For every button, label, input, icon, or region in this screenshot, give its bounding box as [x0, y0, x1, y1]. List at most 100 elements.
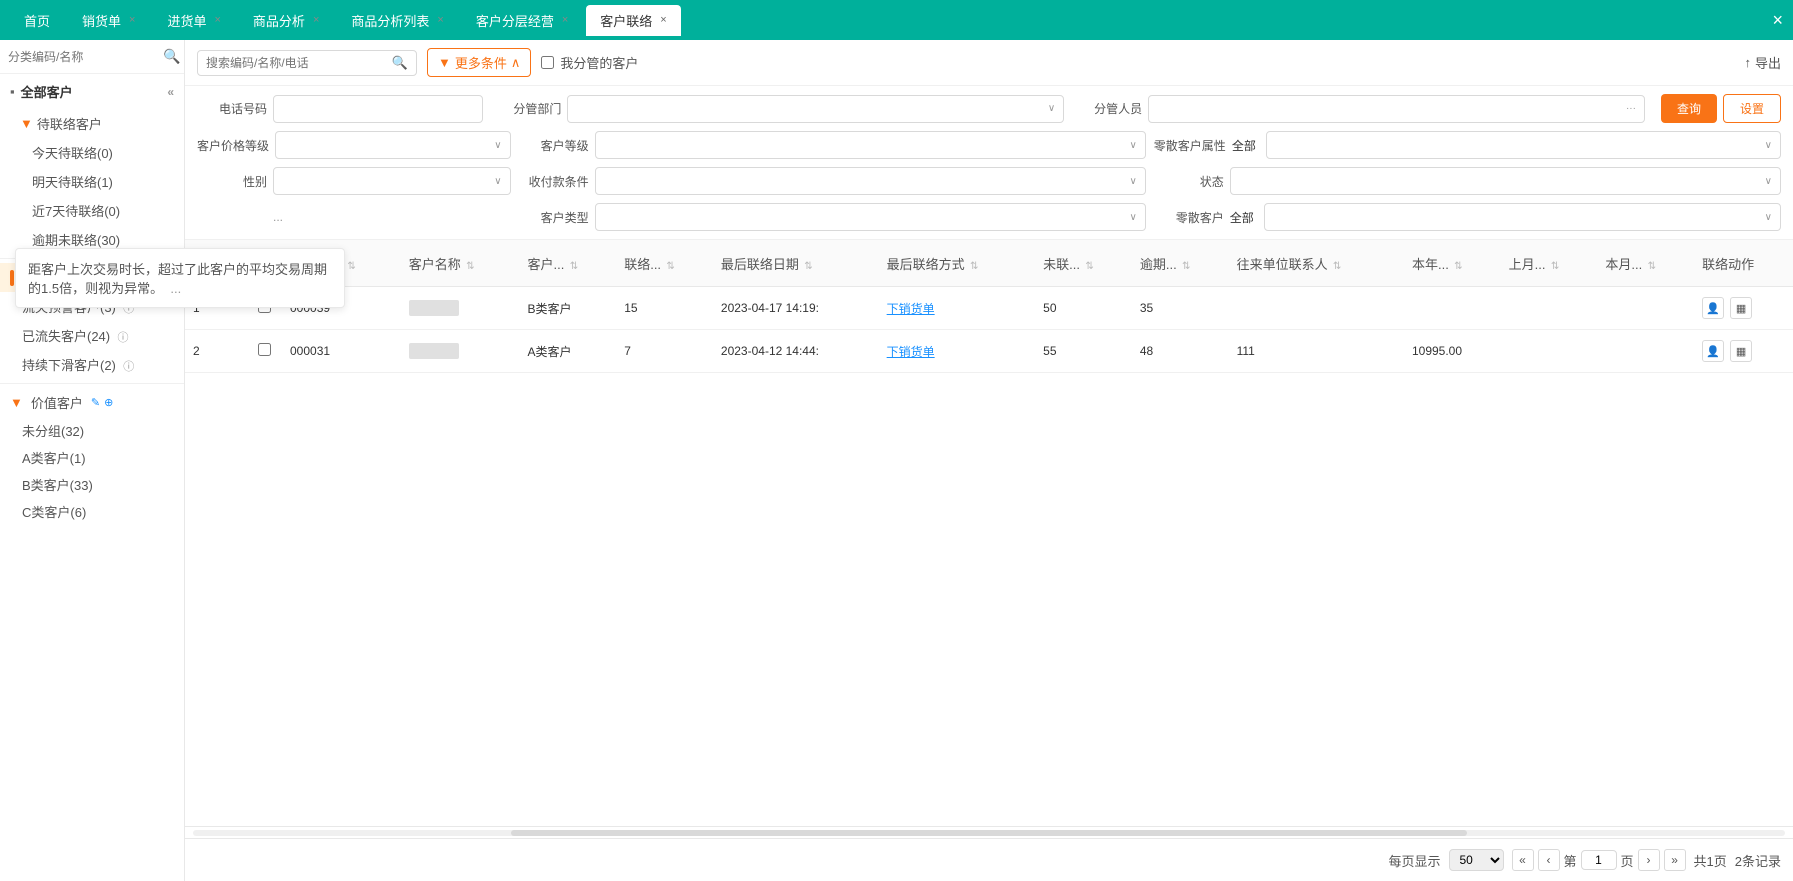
tab-product-analysis[interactable]: 商品分析 × — [239, 5, 333, 36]
filter-payment-terms: 收付款条件 ∨ — [519, 167, 1146, 195]
collapse-button[interactable]: « — [167, 85, 174, 99]
status-label: 状态 — [1154, 173, 1224, 190]
retail-attr-select[interactable]: ∨ — [1266, 131, 1781, 159]
retail-customer-select[interactable]: ∨ — [1264, 203, 1781, 231]
filter-search-box: 🔍 — [197, 50, 417, 76]
close-tab-product-list[interactable]: × — [437, 14, 443, 26]
branch-dept-label: 分管部门 — [491, 100, 561, 117]
query-button[interactable]: 查询 — [1661, 94, 1717, 123]
tab-customer-contact[interactable]: 客户联络 × — [586, 5, 680, 36]
last-page-button[interactable]: » — [1664, 849, 1686, 871]
page-suffix: 页 — [1621, 851, 1634, 870]
value-edit-icon[interactable]: ✎ — [91, 396, 100, 409]
filter-search-icon[interactable]: 🔍 — [392, 55, 408, 71]
sort-icon-contact: ⇅ — [666, 261, 674, 272]
gender-select[interactable]: ∨ — [273, 167, 511, 195]
close-tab-sales[interactable]: × — [129, 14, 135, 26]
conditions-caret: ∧ — [511, 55, 521, 71]
value-group-header[interactable]: ▼ 价值客户 ✎ ⊕ — [0, 388, 184, 417]
col-unpaid[interactable]: 未联... ⇅ — [1035, 240, 1132, 287]
sidebar-item-today[interactable]: 今天待联络(0) — [10, 138, 184, 167]
price-level-select[interactable]: ∨ — [275, 131, 511, 159]
settings-button[interactable]: 设置 — [1723, 94, 1781, 123]
my-customers-checkbox[interactable] — [541, 56, 554, 69]
all-customers-header[interactable]: ▪ 全部客户 « — [0, 74, 184, 109]
row2-last-method[interactable]: 下销货单 — [879, 330, 1036, 373]
tab-product-analysis-list[interactable]: 商品分析列表 × — [337, 5, 457, 36]
row2-customer-code: 000031 — [282, 330, 401, 373]
tab-home[interactable]: 首页 — [10, 5, 64, 36]
more-dots-button[interactable]: ... — [273, 210, 283, 224]
col-overdue[interactable]: 逾期... ⇅ — [1132, 240, 1229, 287]
filter-status: 状态 ∨ — [1154, 167, 1781, 195]
row1-view-icon[interactable]: 👤 — [1702, 297, 1724, 319]
row2-select-checkbox[interactable] — [258, 343, 271, 356]
value-item-b[interactable]: B类客户(33) — [0, 471, 184, 498]
per-page-select[interactable]: 50 100 200 — [1449, 849, 1504, 871]
row2-edit-icon[interactable]: ▦ — [1730, 340, 1752, 362]
sidebar-item-7days[interactable]: 近7天待联络(0) — [10, 196, 184, 225]
sort-icon-date: ⇅ — [804, 261, 812, 272]
filter-buttons: 查询 设置 — [1661, 94, 1781, 123]
branch-dept-select[interactable]: ∨ — [567, 95, 1064, 123]
horizontal-scrollbar[interactable] — [185, 826, 1793, 838]
row2-view-icon[interactable]: 👤 — [1702, 340, 1724, 362]
col-customer-level[interactable]: 客户... ⇅ — [520, 240, 617, 287]
sidebar-item-lost[interactable]: 已流失客户(24) ⓘ — [0, 321, 184, 350]
export-button[interactable]: ↑ 导出 — [1744, 53, 1781, 72]
close-tab-purchase[interactable]: × — [214, 14, 220, 26]
col-last-contact-date[interactable]: 最后联络日期 ⇅ — [713, 240, 879, 287]
row1-last-method[interactable]: 下销货单 — [879, 287, 1036, 330]
row1-last-date: 2023-04-17 14:19: — [713, 287, 879, 330]
col-last-month[interactable]: 上月... ⇅ — [1501, 240, 1598, 287]
value-item-ungrouped[interactable]: 未分组(32) — [0, 417, 184, 444]
branch-person-select[interactable]: ··· — [1148, 95, 1645, 123]
prev-page-button[interactable]: ‹ — [1538, 849, 1560, 871]
more-conditions-button[interactable]: ▼ 更多条件 ∧ — [427, 48, 531, 77]
row1-edit-icon[interactable]: ▦ — [1730, 297, 1752, 319]
sidebar-search-icon[interactable]: 🔍 — [163, 48, 180, 65]
close-tab-contact[interactable]: × — [660, 14, 666, 26]
value-item-a[interactable]: A类客户(1) — [0, 444, 184, 471]
total-records: 2条记录 — [1735, 851, 1781, 870]
close-tab-segmentation[interactable]: × — [562, 14, 568, 26]
filter-retail-customer: 零散客户 全部 ∨ — [1154, 203, 1781, 231]
pending-contact-header[interactable]: ▼ 待联络客户 — [10, 109, 184, 138]
declining-info-icon[interactable]: ⓘ — [123, 361, 134, 373]
customer-level-select[interactable]: ∨ — [595, 131, 1146, 159]
col-last-contact-method[interactable]: 最后联络方式 ⇅ — [879, 240, 1036, 287]
value-more-icon[interactable]: ⊕ — [104, 396, 113, 409]
close-tab-product-analysis[interactable]: × — [313, 14, 319, 26]
gender-label: 性别 — [197, 173, 267, 190]
filter-retail-attr: 零散客户属性 全部 ∨ — [1154, 131, 1781, 159]
value-item-c[interactable]: C类客户(6) — [0, 498, 184, 525]
col-this-year[interactable]: 本年... ⇅ — [1404, 240, 1501, 287]
col-unit-contact[interactable]: 往来单位联系人 ⇅ — [1229, 240, 1404, 287]
branch-dept-caret: ∨ — [1048, 103, 1055, 114]
sidebar-item-declining[interactable]: 持续下滑客户(2) ⓘ — [0, 350, 184, 379]
window-close-button[interactable]: × — [1772, 10, 1783, 31]
next-page-button[interactable]: › — [1638, 849, 1660, 871]
filter-row-3: 性别 ∨ 收付款条件 ∨ 状态 — [197, 167, 1781, 195]
sort-icon-overdue: ⇅ — [1182, 261, 1190, 272]
col-contact-count[interactable]: 联络... ⇅ — [616, 240, 713, 287]
phone-input[interactable] — [273, 95, 483, 123]
col-this-month[interactable]: 本月... ⇅ — [1597, 240, 1694, 287]
sidebar-item-tomorrow[interactable]: 明天待联络(1) — [10, 167, 184, 196]
col-customer-name[interactable]: 客户名称 ⇅ — [401, 240, 520, 287]
status-select[interactable]: ∨ — [1230, 167, 1781, 195]
payment-terms-select[interactable]: ∨ — [595, 167, 1146, 195]
price-level-label: 客户价格等级 — [197, 137, 269, 154]
current-page-input[interactable] — [1581, 850, 1617, 870]
table-header: ⚙ 客户编码 ⇅ 客户名称 ⇅ — [185, 240, 1793, 287]
row2-customer-name — [401, 330, 520, 373]
customer-type-select[interactable]: ∨ — [595, 203, 1146, 231]
scroll-thumb[interactable] — [511, 830, 1466, 836]
tab-sales-order[interactable]: 销货单 × — [68, 5, 149, 36]
first-page-button[interactable]: « — [1512, 849, 1534, 871]
sidebar-search-input[interactable] — [8, 50, 163, 64]
lost-info-icon[interactable]: ⓘ — [117, 332, 128, 344]
tab-customer-segmentation[interactable]: 客户分层经营 × — [462, 5, 582, 36]
filter-search-input[interactable] — [206, 56, 388, 70]
tab-purchase-order[interactable]: 进货单 × — [153, 5, 234, 36]
